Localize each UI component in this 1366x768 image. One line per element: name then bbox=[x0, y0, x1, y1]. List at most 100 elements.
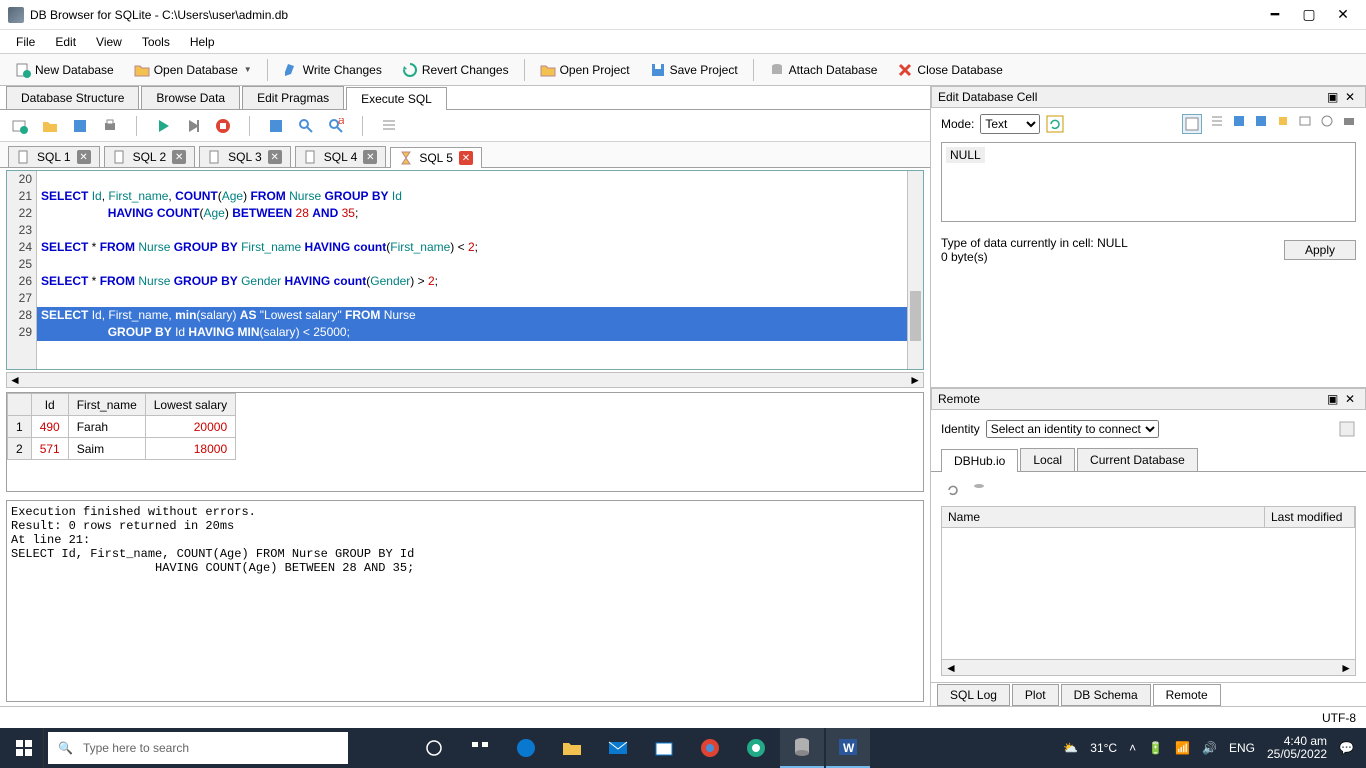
cert-icon[interactable] bbox=[1338, 420, 1356, 438]
revert-changes-button[interactable]: Revert Changes bbox=[393, 58, 518, 82]
close-tab-icon[interactable]: ✕ bbox=[77, 150, 91, 164]
mode-select[interactable]: Text bbox=[980, 114, 1040, 134]
app-mail[interactable] bbox=[596, 728, 640, 768]
horizontal-scrollbar[interactable]: ◄► bbox=[6, 372, 924, 388]
btab-remote[interactable]: Remote bbox=[1153, 684, 1221, 706]
start-button[interactable] bbox=[4, 728, 44, 768]
col-header-id[interactable]: Id bbox=[31, 394, 68, 416]
write-changes-button[interactable]: Write Changes bbox=[274, 58, 391, 82]
list-icon[interactable] bbox=[1210, 114, 1224, 134]
maximize-button[interactable]: ▢ bbox=[1302, 8, 1316, 22]
export-icon[interactable] bbox=[1254, 114, 1268, 134]
refresh-icon[interactable] bbox=[1046, 115, 1064, 133]
col-header-firstname[interactable]: First_name bbox=[68, 394, 145, 416]
app-word[interactable]: W bbox=[826, 728, 870, 768]
app-chrome[interactable] bbox=[688, 728, 732, 768]
language-icon[interactable]: ENG bbox=[1229, 741, 1255, 755]
btab-schema[interactable]: DB Schema bbox=[1061, 684, 1151, 706]
print-button[interactable] bbox=[100, 116, 120, 136]
save-results-button[interactable] bbox=[266, 116, 286, 136]
tab-execute-sql[interactable]: Execute SQL bbox=[346, 87, 447, 110]
stop-button[interactable] bbox=[213, 116, 233, 136]
remote-tab-dbhub[interactable]: DBHub.io bbox=[941, 449, 1018, 472]
sql-editor[interactable]: 20212223242526272829 SELECT Id, First_na… bbox=[6, 170, 924, 370]
refresh-remote-icon[interactable] bbox=[945, 482, 961, 498]
btab-sqllog[interactable]: SQL Log bbox=[937, 684, 1010, 706]
app-chrome2[interactable] bbox=[734, 728, 778, 768]
open-sql-button[interactable] bbox=[40, 116, 60, 136]
remote-tab-current[interactable]: Current Database bbox=[1077, 448, 1198, 471]
sql-tab-5[interactable]: SQL 5✕ bbox=[390, 147, 482, 168]
app-edge[interactable] bbox=[504, 728, 548, 768]
tab-database-structure[interactable]: Database Structure bbox=[6, 86, 139, 109]
undock-icon[interactable]: ▣ bbox=[1327, 90, 1341, 104]
find-button[interactable] bbox=[296, 116, 316, 136]
apply-button[interactable]: Apply bbox=[1284, 240, 1356, 260]
app-dbbrowser[interactable] bbox=[780, 728, 824, 768]
remote-hscroll[interactable]: ◄► bbox=[942, 659, 1355, 675]
copy-icon[interactable] bbox=[1276, 114, 1290, 134]
save-sql-button[interactable] bbox=[70, 116, 90, 136]
menu-view[interactable]: View bbox=[86, 33, 132, 51]
identity-select[interactable]: Select an identity to connect bbox=[986, 420, 1159, 438]
code-area[interactable]: SELECT Id, First_name, COUNT(Age) FROM N… bbox=[37, 171, 923, 369]
table-row[interactable]: 1 490 Farah 20000 bbox=[8, 416, 236, 438]
find-replace-button[interactable]: a bbox=[326, 116, 346, 136]
sql-tab-4[interactable]: SQL 4✕ bbox=[295, 146, 387, 167]
open-database-button[interactable]: Open Database▼ bbox=[125, 58, 261, 82]
sql-tab-1[interactable]: SQL 1✕ bbox=[8, 146, 100, 167]
table-row[interactable]: 2 571 Saim 18000 bbox=[8, 438, 236, 460]
upload-remote-icon[interactable] bbox=[971, 482, 987, 498]
menu-tools[interactable]: Tools bbox=[132, 33, 180, 51]
import-icon[interactable] bbox=[1232, 114, 1246, 134]
taskbar-clock[interactable]: 4:40 am 25/05/2022 bbox=[1267, 735, 1327, 761]
app-store[interactable] bbox=[642, 728, 686, 768]
sql-tab-3[interactable]: SQL 3✕ bbox=[199, 146, 291, 167]
open-project-button[interactable]: Open Project bbox=[531, 58, 639, 82]
menu-file[interactable]: File bbox=[6, 33, 45, 51]
execution-log[interactable]: Execution finished without errors. Resul… bbox=[6, 500, 924, 702]
app-explorer[interactable] bbox=[550, 728, 594, 768]
notifications-icon[interactable]: 💬 bbox=[1339, 741, 1354, 755]
minimize-button[interactable]: ━ bbox=[1268, 8, 1282, 22]
attach-database-button[interactable]: Attach Database bbox=[760, 58, 887, 82]
close-tab-icon[interactable]: ✕ bbox=[268, 150, 282, 164]
text-icon[interactable] bbox=[1182, 114, 1202, 134]
menu-edit[interactable]: Edit bbox=[45, 33, 86, 51]
col-name[interactable]: Name bbox=[942, 507, 1265, 527]
save-project-button[interactable]: Save Project bbox=[641, 58, 747, 82]
taskbar-search[interactable]: 🔍 Type here to search bbox=[48, 732, 348, 764]
run-line-button[interactable] bbox=[183, 116, 203, 136]
new-database-button[interactable]: New Database bbox=[6, 58, 123, 82]
battery-icon[interactable]: 🔋 bbox=[1148, 741, 1163, 755]
new-tab-button[interactable] bbox=[10, 116, 30, 136]
tray-chevron-icon[interactable]: ˄ bbox=[1129, 741, 1136, 755]
tab-edit-pragmas[interactable]: Edit Pragmas bbox=[242, 86, 344, 109]
close-tab-icon[interactable]: ✕ bbox=[459, 151, 473, 165]
btab-plot[interactable]: Plot bbox=[1012, 684, 1059, 706]
close-tab-icon[interactable]: ✕ bbox=[172, 150, 186, 164]
close-database-button[interactable]: Close Database bbox=[888, 58, 1011, 82]
volume-icon[interactable]: 🔊 bbox=[1202, 741, 1217, 755]
wifi-icon[interactable]: 📶 bbox=[1175, 741, 1190, 755]
close-panel-icon[interactable]: ✕ bbox=[1345, 90, 1359, 104]
menu-help[interactable]: Help bbox=[180, 33, 225, 51]
weather-temp[interactable]: 31°C bbox=[1090, 741, 1117, 755]
app-taskview[interactable] bbox=[458, 728, 502, 768]
cell-content[interactable]: NULL bbox=[941, 142, 1356, 222]
close-panel-icon[interactable]: ✕ bbox=[1345, 392, 1359, 406]
close-button[interactable]: ✕ bbox=[1336, 8, 1350, 22]
col-modified[interactable]: Last modified bbox=[1265, 507, 1355, 527]
taskview-icon[interactable] bbox=[412, 728, 456, 768]
close-tab-icon[interactable]: ✕ bbox=[363, 150, 377, 164]
null-icon[interactable] bbox=[1320, 114, 1334, 134]
col-header-lowestsalary[interactable]: Lowest salary bbox=[145, 394, 235, 416]
indent-button[interactable] bbox=[379, 116, 399, 136]
sql-tab-2[interactable]: SQL 2✕ bbox=[104, 146, 196, 167]
weather-icon[interactable]: ⛅ bbox=[1063, 741, 1078, 755]
remote-tab-local[interactable]: Local bbox=[1020, 448, 1075, 471]
undock-icon[interactable]: ▣ bbox=[1327, 392, 1341, 406]
image-icon[interactable] bbox=[1298, 114, 1312, 134]
vertical-scrollbar[interactable] bbox=[907, 171, 923, 369]
tab-browse-data[interactable]: Browse Data bbox=[141, 86, 240, 109]
